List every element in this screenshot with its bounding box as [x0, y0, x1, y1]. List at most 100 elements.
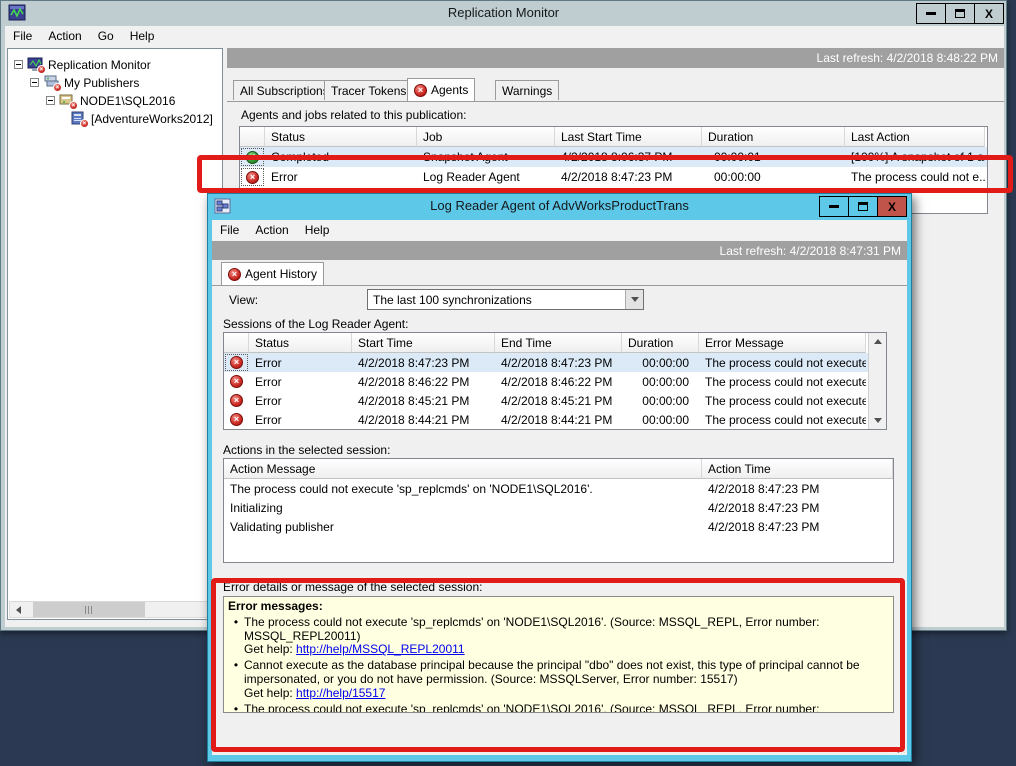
- agent-close-button[interactable]: X: [877, 196, 907, 217]
- cell-status: Error: [249, 375, 352, 389]
- tab-label: Agents: [431, 83, 468, 97]
- main-minimize-button[interactable]: [916, 3, 946, 24]
- error-badge-icon: ×: [53, 83, 62, 92]
- sessions-table-header[interactable]: Status Start Time End Time Duration Erro…: [224, 333, 886, 353]
- replication-monitor-node-icon: ×: [27, 57, 44, 72]
- tab-all-subscriptions[interactable]: All Subscriptions: [233, 80, 336, 100]
- tree-horizontal-scrollbar[interactable]: [9, 601, 221, 618]
- agent-menu-help[interactable]: Help: [297, 221, 338, 239]
- cell-end: 4/2/2018 8:47:23 PM: [495, 356, 622, 370]
- header-job[interactable]: Job: [417, 127, 555, 147]
- header-status-icon-col[interactable]: [240, 127, 265, 147]
- actions-table-header[interactable]: Action Message Action Time: [224, 459, 893, 479]
- main-menu-go[interactable]: Go: [90, 27, 122, 45]
- action-row-0[interactable]: The process could not execute 'sp_replcm…: [224, 479, 893, 498]
- agent-minimize-button[interactable]: [819, 196, 849, 217]
- tree-item-publisher-node1-sql2016[interactable]: × NODE1\SQL2016: [46, 92, 175, 109]
- agent-maximize-button[interactable]: [848, 196, 878, 217]
- tree-item-my-publishers[interactable]: × My Publishers: [30, 74, 139, 91]
- resize-grip[interactable]: [892, 740, 905, 753]
- session-row-3[interactable]: × Error 4/2/2018 8:44:21 PM 4/2/2018 8:4…: [224, 410, 886, 429]
- agent-window-body: File Action Help Last refresh: 4/2/2018 …: [212, 220, 907, 755]
- header-last-start-time[interactable]: Last Start Time: [555, 127, 702, 147]
- main-last-refresh: Last refresh: 4/2/2018 8:48:22 PM: [817, 51, 998, 65]
- help-link[interactable]: http://help/15517: [296, 686, 385, 700]
- header-status[interactable]: Status: [249, 333, 352, 353]
- tree-item-publication-adventureworks2012[interactable]: × [AdventureWorks2012]: [70, 110, 213, 127]
- collapse-expander-icon[interactable]: [14, 60, 23, 69]
- close-icon: X: [985, 7, 993, 21]
- error-badge-icon: ×: [69, 101, 78, 110]
- get-help-label: Get help:: [244, 686, 296, 700]
- scroll-left-arrow-icon[interactable]: [10, 602, 27, 617]
- error-message-item: • The process could not execute 'sp_repl…: [228, 703, 885, 713]
- cell-action-time: 4/2/2018 8:47:23 PM: [702, 520, 893, 534]
- replication-monitor-app-icon: [8, 4, 26, 21]
- main-title-bar[interactable]: Replication Monitor X: [1, 1, 1006, 25]
- header-duration[interactable]: Duration: [702, 127, 845, 147]
- header-action-time[interactable]: Action Time: [702, 459, 893, 479]
- agents-row-snapshot-agent[interactable]: ✓ Completed Snapshot Agent 4/2/2018 8:06…: [240, 147, 987, 167]
- header-start-time[interactable]: Start Time: [352, 333, 495, 353]
- main-maximize-button[interactable]: [945, 3, 975, 24]
- cell-last-start: 4/2/2018 8:06:37 PM: [555, 150, 702, 164]
- header-action-message[interactable]: Action Message: [224, 459, 702, 479]
- scroll-up-arrow-icon[interactable]: [869, 333, 886, 350]
- error-status-icon: ×: [246, 171, 259, 184]
- success-status-icon: ✓: [246, 151, 259, 164]
- actions-label: Actions in the selected session:: [223, 443, 390, 457]
- tab-warnings[interactable]: Warnings: [495, 80, 559, 100]
- session-row-0[interactable]: × Error 4/2/2018 8:47:23 PM 4/2/2018 8:4…: [224, 353, 886, 372]
- cell-status: Error: [265, 170, 417, 184]
- tab-label: Agent History: [245, 267, 317, 281]
- action-row-2[interactable]: Validating publisher 4/2/2018 8:47:23 PM: [224, 517, 893, 536]
- action-row-1[interactable]: Initializing 4/2/2018 8:47:23 PM: [224, 498, 893, 517]
- session-row-1[interactable]: × Error 4/2/2018 8:46:22 PM 4/2/2018 8:4…: [224, 372, 886, 391]
- collapse-expander-icon[interactable]: [46, 96, 55, 105]
- main-menu-action[interactable]: Action: [40, 27, 89, 45]
- cell-error: The process could not execute '...: [699, 413, 866, 427]
- tab-agent-history[interactable]: × Agent History: [221, 262, 324, 285]
- help-link[interactable]: http://help/MSSQL_REPL20011: [296, 642, 465, 656]
- tree-item-replication-monitor[interactable]: × Replication Monitor: [14, 56, 151, 73]
- tree-item-label: NODE1\SQL2016: [80, 94, 175, 108]
- header-error-message[interactable]: Error Message: [699, 333, 866, 353]
- collapse-expander-icon[interactable]: [30, 78, 39, 87]
- close-icon: X: [888, 200, 896, 214]
- header-last-action[interactable]: Last Action: [845, 127, 985, 147]
- header-status-icon-col[interactable]: [224, 333, 249, 353]
- error-status-icon: ×: [230, 356, 243, 369]
- main-menu-help[interactable]: Help: [122, 27, 163, 45]
- error-badge-icon: ×: [37, 65, 46, 74]
- view-combobox[interactable]: The last 100 synchronizations: [367, 289, 644, 310]
- my-publishers-node-icon: ×: [43, 75, 60, 90]
- publisher-server-icon: ×: [59, 93, 76, 108]
- agent-menu-file[interactable]: File: [212, 221, 247, 239]
- header-status[interactable]: Status: [265, 127, 417, 147]
- agent-menu-bar: File Action Help: [212, 220, 907, 240]
- scrollbar-thumb[interactable]: [33, 602, 145, 617]
- combobox-dropdown-button[interactable]: [625, 290, 643, 309]
- main-window-title: Replication Monitor: [1, 1, 1006, 20]
- cell-status: Error: [249, 413, 352, 427]
- agents-row-log-reader-agent[interactable]: × Error Log Reader Agent 4/2/2018 8:47:2…: [240, 167, 987, 187]
- session-row-2[interactable]: × Error 4/2/2018 8:45:21 PM 4/2/2018 8:4…: [224, 391, 886, 410]
- publication-icon: ×: [70, 111, 87, 126]
- sessions-vertical-scrollbar[interactable]: [868, 333, 886, 429]
- cell-status: Error: [249, 356, 352, 370]
- error-message-text: Cannot execute as the database principal…: [244, 659, 885, 687]
- agent-title-bar[interactable]: Log Reader Agent of AdvWorksProductTrans…: [208, 194, 911, 219]
- error-message-item: • The process could not execute 'sp_repl…: [228, 616, 885, 657]
- agent-last-refresh: Last refresh: 4/2/2018 8:47:31 PM: [720, 244, 901, 258]
- main-close-button[interactable]: X: [974, 3, 1004, 24]
- header-end-time[interactable]: End Time: [495, 333, 622, 353]
- agent-menu-action[interactable]: Action: [247, 221, 296, 239]
- main-refresh-bar: Last refresh: 4/2/2018 8:48:22 PM: [227, 48, 1004, 68]
- header-duration[interactable]: Duration: [622, 333, 699, 353]
- scroll-down-arrow-icon[interactable]: [869, 412, 886, 429]
- agents-table-header[interactable]: Status Job Last Start Time Duration Last…: [240, 127, 987, 147]
- tab-tracer-tokens[interactable]: Tracer Tokens: [324, 80, 413, 100]
- cell-duration: 00:00:00: [622, 394, 699, 408]
- tab-agents[interactable]: × Agents: [407, 78, 475, 101]
- main-menu-file[interactable]: File: [5, 27, 40, 45]
